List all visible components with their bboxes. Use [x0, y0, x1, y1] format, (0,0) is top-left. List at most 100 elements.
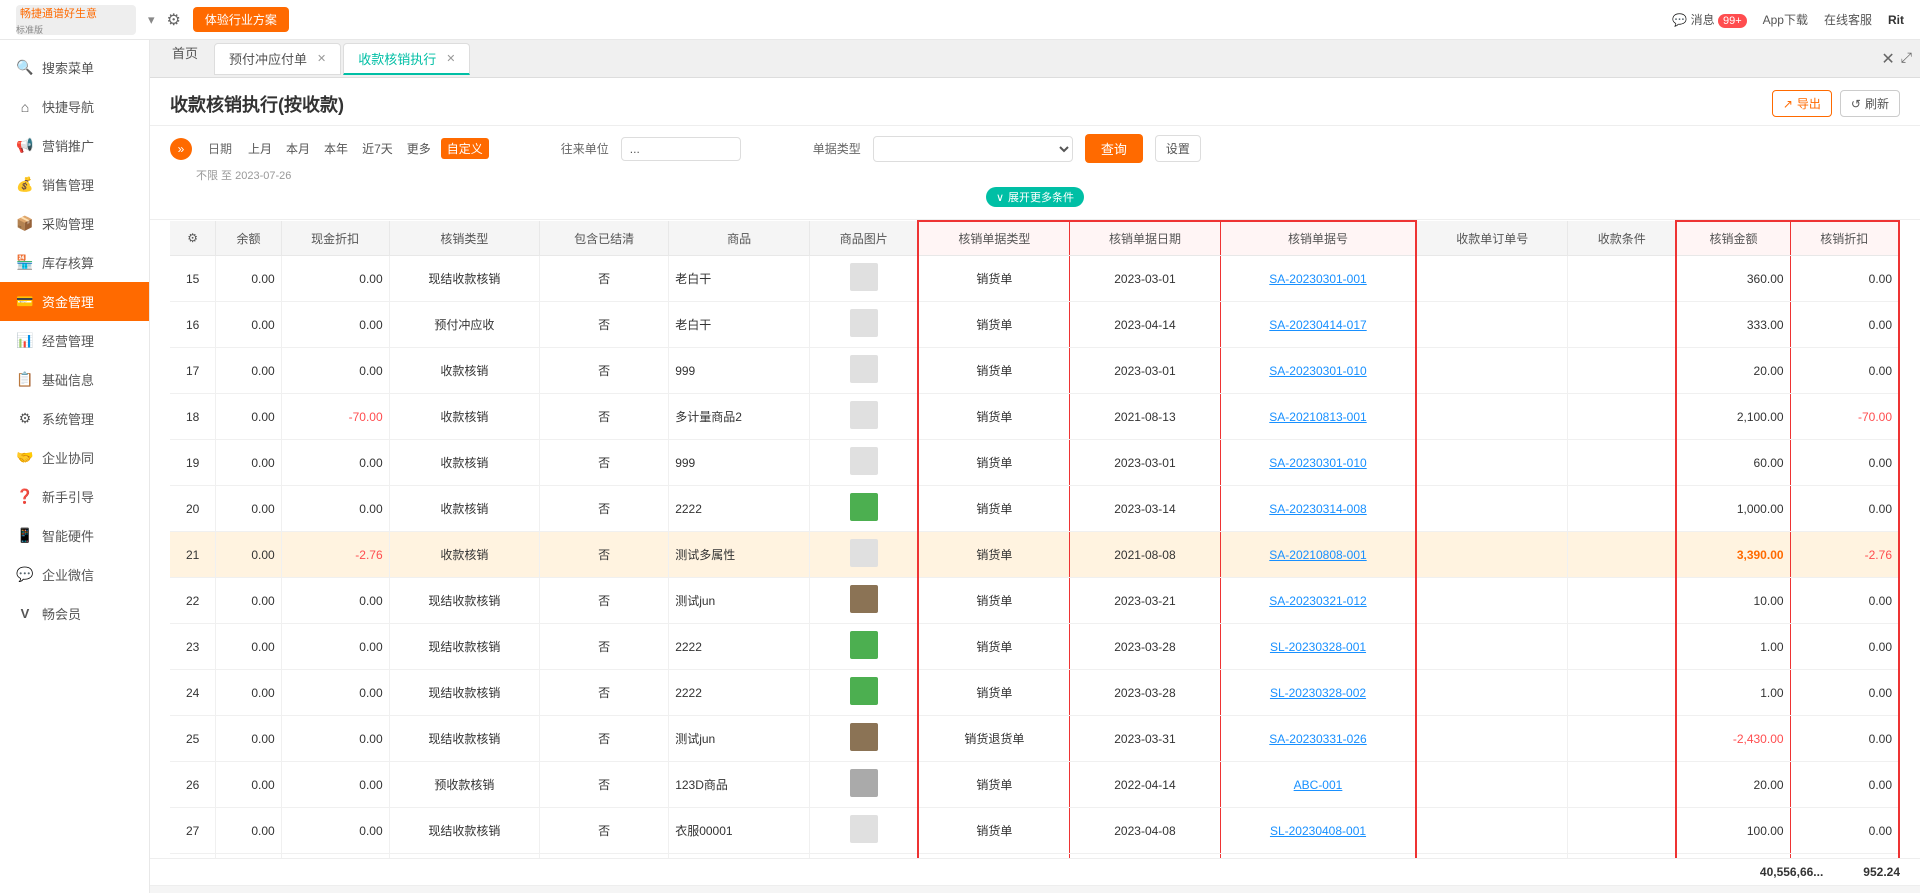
- cash-discount: 0.00: [281, 578, 389, 624]
- row-no: 23: [170, 624, 216, 670]
- verify-doc-type: 销货单: [918, 302, 1069, 348]
- receipt-condition: [1568, 716, 1677, 762]
- export-icon: ↗: [1783, 97, 1793, 111]
- product-img-cell: [810, 440, 919, 486]
- sidebar-item-label: 基础信息: [42, 370, 94, 389]
- table-footer: 40,556,66... 952.24: [150, 858, 1920, 885]
- date-btn-lastmonth[interactable]: 上月: [244, 138, 276, 159]
- product: 999: [669, 348, 810, 394]
- verify-doc-date: 2023-03-01: [1070, 348, 1220, 394]
- verify-discount: 0.00: [1790, 348, 1899, 394]
- row-no: 27: [170, 808, 216, 854]
- tab-collection[interactable]: 收款核销执行 ✕: [343, 43, 470, 75]
- verify-doc-no-link[interactable]: SA-20230301-001: [1269, 272, 1366, 286]
- window-close-icon[interactable]: ✕: [1881, 49, 1894, 69]
- date-btn-more[interactable]: 更多: [403, 138, 435, 159]
- sidebar-item-fund[interactable]: 💳 资金管理: [0, 282, 149, 321]
- export-button[interactable]: ↗ 导出: [1772, 90, 1832, 117]
- sidebar-item-marketing[interactable]: 📢 营销推广: [0, 126, 149, 165]
- product: 测试多属性: [669, 532, 810, 578]
- sidebar-item-sysmanage[interactable]: ⚙ 系统管理: [0, 399, 149, 438]
- verify-type: 现结收款核销: [389, 670, 539, 716]
- sidebar-item-sales[interactable]: 💰 销售管理: [0, 165, 149, 204]
- verify-doc-no-link[interactable]: SA-20230414-017: [1269, 318, 1366, 332]
- filter-collapse-arrow[interactable]: »: [170, 138, 192, 160]
- verify-discount: 0.00: [1790, 670, 1899, 716]
- date-btn-custom[interactable]: 自定义: [441, 138, 489, 159]
- message-icon[interactable]: 💬 消息 99+: [1672, 11, 1746, 28]
- verify-doc-no-link[interactable]: SA-20230321-012: [1269, 594, 1366, 608]
- product: 999: [669, 440, 810, 486]
- receipt-order-no: [1416, 624, 1567, 670]
- verify-doc-no: SL-20230328-001: [1220, 624, 1416, 670]
- date-btn-7days[interactable]: 近7天: [358, 138, 397, 159]
- receipt-order-no: [1416, 302, 1567, 348]
- tab-collection-close[interactable]: ✕: [446, 52, 455, 65]
- row-no: 22: [170, 578, 216, 624]
- table-row: 19 0.00 0.00 收款核销 否 999 销货单 2023-03-01 S…: [170, 440, 1899, 486]
- sidebar-item-label: 库存核算: [42, 253, 94, 272]
- table-row: 26 0.00 0.00 预收款核销 否 123D商品 销货单 2022-04-…: [170, 762, 1899, 808]
- col-gear[interactable]: ⚙: [170, 221, 216, 256]
- verify-doc-no-link[interactable]: SA-20210808-001: [1269, 548, 1366, 562]
- col-product: 商品: [669, 221, 810, 256]
- sidebar-item-baseinfo[interactable]: 📋 基础信息: [0, 360, 149, 399]
- include-settled: 否: [540, 440, 669, 486]
- product-img-cell: [810, 394, 919, 440]
- tab-collection-label: 收款核销执行: [358, 49, 436, 68]
- row-no: 20: [170, 486, 216, 532]
- verify-doc-type: 销货单: [918, 762, 1069, 808]
- date-btn-thisyear[interactable]: 本年: [320, 138, 352, 159]
- chevron-down-icon[interactable]: ▾: [148, 12, 155, 28]
- date-filter-label: 日期: [208, 140, 232, 157]
- col-cash-discount: 现金折扣: [281, 221, 389, 256]
- product-img-cell: [810, 670, 919, 716]
- verify-doc-no-link[interactable]: SA-20230301-010: [1269, 456, 1366, 470]
- verify-doc-no-link[interactable]: SA-20230331-026: [1269, 732, 1366, 746]
- date-btn-thismonth[interactable]: 本月: [282, 138, 314, 159]
- horizontal-scrollbar[interactable]: [150, 885, 1920, 893]
- device-icon: 📱: [16, 527, 34, 545]
- sidebar-item-quicknav[interactable]: ⌂ 快捷导航: [0, 87, 149, 126]
- query-button[interactable]: 查询: [1085, 134, 1143, 163]
- verify-doc-no-link[interactable]: SL-20230328-002: [1270, 686, 1366, 700]
- app-download-link[interactable]: App下载: [1763, 11, 1808, 28]
- verify-doc-no-link[interactable]: SA-20210813-001: [1269, 410, 1366, 424]
- filter-settings-button[interactable]: 设置: [1155, 135, 1201, 162]
- verify-doc-no-link[interactable]: SL-20230408-001: [1270, 824, 1366, 838]
- settings-icon[interactable]: ⚙: [167, 10, 181, 30]
- sidebar-item-inventory[interactable]: 🏪 库存核算: [0, 243, 149, 282]
- receipt-condition: [1568, 762, 1677, 808]
- sidebar-item-purchase[interactable]: 📦 采购管理: [0, 204, 149, 243]
- expand-more-button[interactable]: ∨ 展开更多条件: [986, 187, 1084, 207]
- sidebar-item-bizmanage[interactable]: 📊 经营管理: [0, 321, 149, 360]
- refresh-button[interactable]: ↺ 刷新: [1840, 90, 1900, 117]
- window-maximize-icon[interactable]: ⤢: [1901, 49, 1912, 69]
- verify-doc-no-link[interactable]: SA-20230314-008: [1269, 502, 1366, 516]
- counterparty-input[interactable]: [621, 137, 741, 161]
- tab-prepay-close[interactable]: ✕: [317, 52, 326, 65]
- doc-type-select[interactable]: [873, 136, 1073, 162]
- sidebar-item-smarthw[interactable]: 📱 智能硬件: [0, 516, 149, 555]
- sidebar-item-label: 营销推广: [42, 136, 94, 155]
- verify-doc-date: 2023-03-31: [1070, 716, 1220, 762]
- verify-doc-no-link[interactable]: SL-20230328-001: [1270, 640, 1366, 654]
- sidebar-item-member[interactable]: V 畅会员: [0, 594, 149, 633]
- online-service-link[interactable]: 在线客服: [1824, 11, 1872, 28]
- table-row: 18 0.00 -70.00 收款核销 否 多计量商品2 销货单 2021-08…: [170, 394, 1899, 440]
- industry-solution-button[interactable]: 体验行业方案: [193, 7, 289, 32]
- verify-doc-date: 2023-04-14: [1070, 302, 1220, 348]
- sidebar-item-wechat[interactable]: 💬 企业微信: [0, 555, 149, 594]
- product: 2222: [669, 486, 810, 532]
- sidebar-item-search[interactable]: 🔍 搜索菜单: [0, 48, 149, 87]
- verify-discount: 0.00: [1790, 302, 1899, 348]
- verify-doc-type: 销货退货单: [918, 716, 1069, 762]
- sidebar-item-enterprise[interactable]: 🤝 企业协同: [0, 438, 149, 477]
- tab-home[interactable]: 首页: [158, 43, 212, 75]
- verify-doc-no-link[interactable]: ABC-001: [1294, 778, 1343, 792]
- sidebar-item-newguide[interactable]: ❓ 新手引导: [0, 477, 149, 516]
- doc-type-label: 单据类型: [813, 140, 861, 157]
- tab-prepay[interactable]: 预付冲应付单 ✕: [214, 43, 341, 75]
- receipt-order-no: [1416, 256, 1567, 302]
- verify-doc-no-link[interactable]: SA-20230301-010: [1269, 364, 1366, 378]
